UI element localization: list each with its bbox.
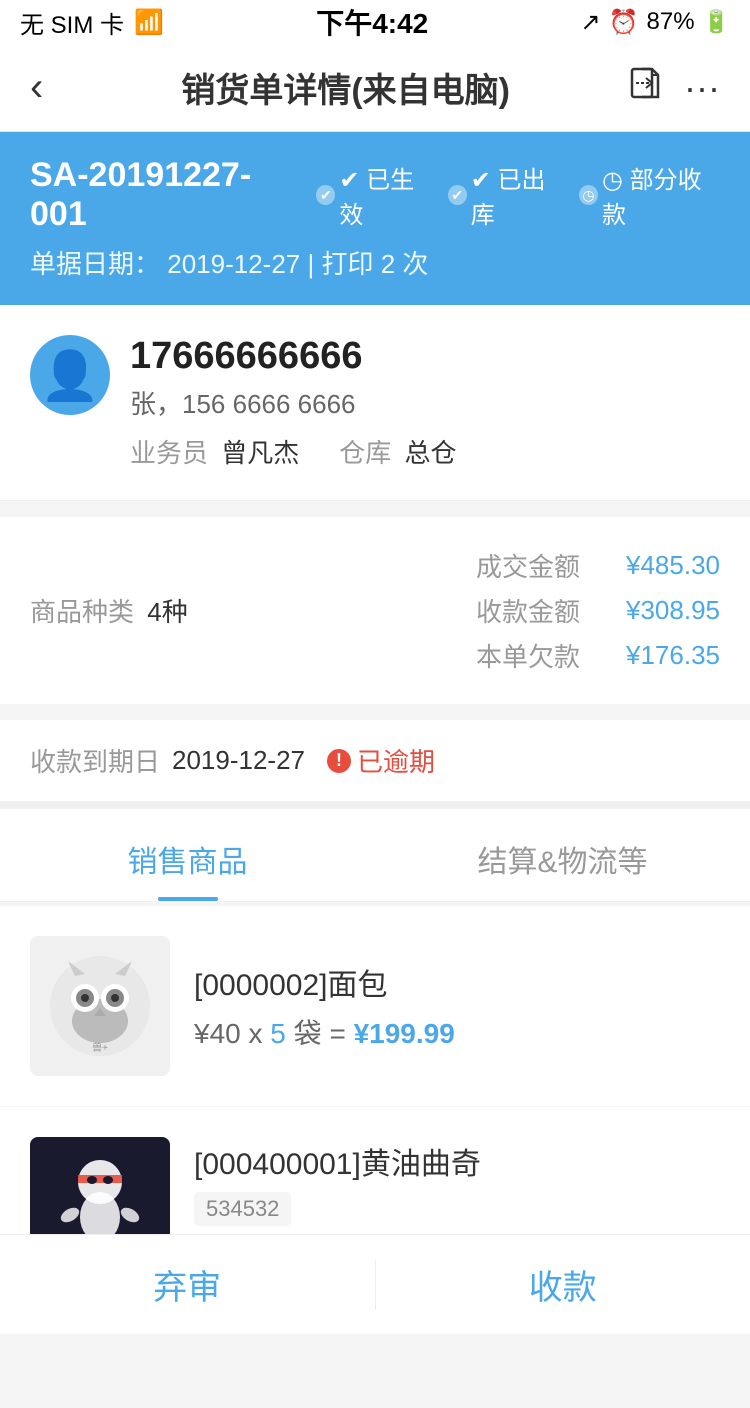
date-label: 单据日期： bbox=[30, 249, 160, 279]
sales-value: 曾凡杰 bbox=[221, 438, 299, 468]
status-bar: 无 SIM 卡 📶 下午4:42 ↗ ⏰ 87% 🔋 bbox=[0, 0, 750, 44]
warehouse-label: 仓库 bbox=[339, 438, 391, 468]
collect-payment-button[interactable]: 收款 bbox=[376, 1235, 750, 1334]
order-badges: ✔ ✔ 已生效 ✔ ✔ 已出库 ◷ ◷ 部分收款 bbox=[316, 160, 720, 230]
badge-partial: ◷ ◷ 部分收款 bbox=[579, 160, 720, 230]
back-button[interactable]: ‹ bbox=[30, 65, 43, 110]
owed-row: 本单欠款 ¥176.35 bbox=[476, 637, 720, 674]
status-right: ↗ ⏰ 87% 🔋 bbox=[581, 8, 730, 37]
unit-1: 袋 bbox=[294, 1018, 322, 1049]
total-1: ¥199.99 bbox=[354, 1018, 455, 1049]
price-x-1: x bbox=[249, 1018, 271, 1049]
customer-phone: 17666666666 bbox=[130, 335, 720, 378]
product-sku-2: 534532 bbox=[194, 1192, 291, 1226]
product-image-1: 兽+ bbox=[30, 936, 170, 1076]
carrier-text: 无 SIM 卡 bbox=[20, 5, 124, 40]
alarm-icon: ⏰ bbox=[609, 8, 639, 37]
status-left: 无 SIM 卡 📶 bbox=[20, 5, 164, 40]
product-sku-wrapper: 534532 bbox=[194, 1191, 720, 1236]
print-count-value: 2 bbox=[381, 249, 395, 279]
clock-icon: ◷ bbox=[579, 185, 598, 205]
price-base-1: ¥40 bbox=[194, 1018, 241, 1049]
product-item: 兽+ [0000002]面包 ¥40 x 5 袋 = ¥199.99 bbox=[0, 906, 750, 1107]
overdue-text: 已逾期 bbox=[357, 742, 435, 779]
product-info-1: [0000002]面包 ¥40 x 5 袋 = ¥199.99 bbox=[194, 960, 720, 1052]
product-name-2: [000400001]黄油曲奇 bbox=[194, 1139, 720, 1183]
customer-section: 👤 17666666666 张，156 6666 6666 业务员 曾凡杰 仓库… bbox=[0, 305, 750, 501]
amount-row: 成交金额 ¥485.30 bbox=[476, 547, 720, 584]
sales-label: 业务员 bbox=[130, 438, 208, 468]
more-button[interactable]: ··· bbox=[684, 67, 720, 109]
sales-info: 业务员 曾凡杰 bbox=[130, 433, 299, 470]
amount-value: ¥485.30 bbox=[600, 550, 720, 581]
order-id: SA-20191227-001 bbox=[30, 156, 296, 234]
due-section: 收款到期日 2019-12-27 ! 已逾期 bbox=[0, 720, 750, 809]
print-suffix: 次 bbox=[402, 249, 428, 279]
owed-label: 本单欠款 bbox=[476, 637, 580, 674]
summary-left: 商品种类 4种 bbox=[30, 592, 476, 629]
order-date: 单据日期： 2019-12-27 | 打印 2 次 bbox=[30, 244, 720, 281]
received-value: ¥308.95 bbox=[600, 595, 720, 626]
tab-sales-goods[interactable]: 销售商品 bbox=[0, 809, 375, 901]
print-label: 打印 bbox=[321, 249, 373, 279]
goods-count-label: 商品种类 bbox=[30, 597, 134, 627]
bottom-bar: 弃审 收款 bbox=[0, 1234, 750, 1334]
amount-label: 成交金额 bbox=[476, 547, 580, 584]
goods-count: 商品种类 4种 bbox=[30, 592, 476, 629]
check-icon-2: ✔ bbox=[448, 185, 467, 205]
customer-name: 张，156 6666 6666 bbox=[130, 384, 720, 421]
date-value: 2019-12-27 bbox=[167, 249, 300, 279]
person-icon: 👤 bbox=[40, 347, 100, 404]
nav-bar: ‹ 销货单详情(来自电脑) ··· bbox=[0, 44, 750, 132]
overdue-badge: ! 已逾期 bbox=[317, 740, 445, 781]
due-label: 收款到期日 bbox=[30, 742, 160, 779]
status-time: 下午4:42 bbox=[316, 2, 428, 42]
received-row: 收款金额 ¥308.95 bbox=[476, 592, 720, 629]
print-separator: | bbox=[307, 249, 321, 279]
badge-effective: ✔ ✔ 已生效 bbox=[316, 160, 433, 230]
cancel-review-button[interactable]: 弃审 bbox=[0, 1235, 375, 1334]
equals-1: = bbox=[329, 1018, 353, 1049]
check-icon-1: ✔ bbox=[316, 185, 335, 205]
avatar: 👤 bbox=[30, 335, 110, 415]
battery-text: 87% bbox=[647, 8, 695, 36]
summary-section: 商品种类 4种 成交金额 ¥485.30 收款金额 ¥308.95 本单欠款 ¥… bbox=[0, 517, 750, 704]
nav-actions: ··· bbox=[628, 65, 720, 110]
owed-value: ¥176.35 bbox=[600, 640, 720, 671]
location-icon: ↗ bbox=[581, 8, 601, 37]
summary-right: 成交金额 ¥485.30 收款金额 ¥308.95 本单欠款 ¥176.35 bbox=[476, 547, 720, 674]
tabs: 销售商品 结算&物流等 bbox=[0, 809, 750, 902]
overdue-icon: ! bbox=[327, 749, 351, 773]
share-button[interactable] bbox=[628, 65, 664, 110]
page-title: 销货单详情(来自电脑) bbox=[63, 63, 628, 112]
badge-shipped: ✔ ✔ 已出库 bbox=[448, 160, 565, 230]
customer-info: 17666666666 张，156 6666 6666 业务员 曾凡杰 仓库 总… bbox=[130, 335, 720, 470]
wifi-icon: 📶 bbox=[134, 8, 164, 37]
svg-text:兽+: 兽+ bbox=[92, 1041, 108, 1054]
product-name-1: [0000002]面包 bbox=[194, 960, 720, 1004]
customer-meta: 业务员 曾凡杰 仓库 总仓 bbox=[130, 433, 720, 470]
due-date: 2019-12-27 bbox=[172, 745, 305, 776]
goods-count-value: 4种 bbox=[147, 597, 187, 627]
warehouse-value: 总仓 bbox=[405, 438, 457, 468]
received-label: 收款金额 bbox=[476, 592, 580, 629]
battery-icon: 🔋 bbox=[703, 9, 730, 35]
quantity-1: 5 bbox=[270, 1018, 286, 1049]
order-header: SA-20191227-001 ✔ ✔ 已生效 ✔ ✔ 已出库 ◷ ◷ 部分收款… bbox=[0, 132, 750, 305]
product-price-1: ¥40 x 5 袋 = ¥199.99 bbox=[194, 1012, 720, 1052]
tab-settlement[interactable]: 结算&物流等 bbox=[375, 809, 750, 901]
warehouse-info: 仓库 总仓 bbox=[339, 433, 456, 470]
